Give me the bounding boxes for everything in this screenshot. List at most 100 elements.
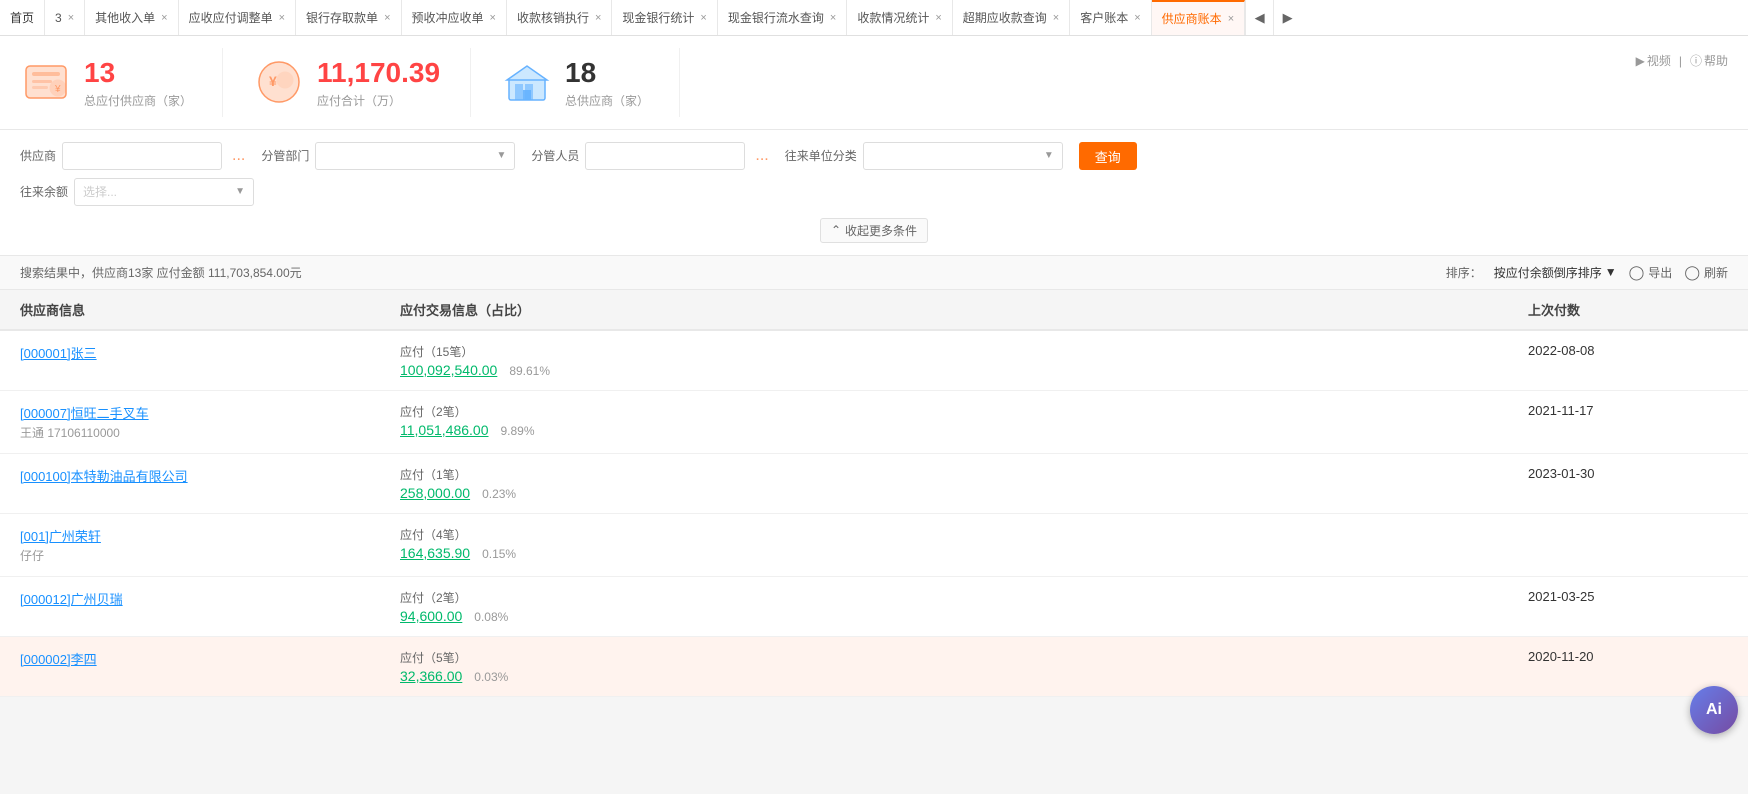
nav-prev-arrow[interactable]: ◀ — [1245, 0, 1273, 36]
trans-label: 应付（1笔） — [400, 466, 1528, 483]
supplier-name-link[interactable]: [000002]李四 — [20, 649, 400, 668]
trans-amount-row: 94,600.00 0.08% — [400, 608, 1528, 624]
trans-label: 应付（15笔） — [400, 343, 1528, 360]
nav-tab-advance[interactable]: 预收冲应收单 × — [402, 0, 507, 36]
lastpay-cell: 2023-01-30 — [1528, 466, 1728, 481]
supplier-name-link[interactable]: [000100]本特勒油品有限公司 — [20, 466, 400, 485]
total-suppliers-number: 18 — [565, 56, 649, 90]
trans-amount[interactable]: 32,366.00 — [400, 668, 462, 684]
close-tab-supplier-ledger[interactable]: × — [1228, 13, 1234, 25]
trans-amount[interactable]: 94,600.00 — [400, 608, 462, 624]
supplier-cell: [000002]李四 — [20, 649, 400, 668]
summary-card-total-suppliers: 18 总供应商（家） — [501, 48, 680, 117]
trans-amount[interactable]: 164,635.90 — [400, 545, 470, 561]
nav-tab-home[interactable]: 首页 — [0, 0, 45, 36]
nav-tab-customer-ledger[interactable]: 客户账本 × — [1070, 0, 1151, 36]
sort-select[interactable]: 按应付余额倒序排序 ▼ — [1494, 264, 1617, 281]
supplier-cell: [000007]恒旺二手叉车 王通 17106110000 — [20, 403, 400, 441]
payable-suppliers-icon: ¥ — [20, 56, 72, 108]
nav-tab-overdue[interactable]: 超期应收款查询 × — [953, 0, 1070, 36]
nav-tab-bank[interactable]: 银行存取款单 × — [296, 0, 401, 36]
nav-tab-collection[interactable]: 收款核销执行 × — [507, 0, 612, 36]
total-payable-label: 应付合计（万） — [317, 92, 440, 109]
help-link[interactable]: ⓘ 帮助 — [1690, 52, 1728, 69]
close-tab-cash-flow[interactable]: × — [830, 12, 836, 24]
person-filter-label: 分管人员 — [531, 147, 579, 164]
help-icon: ⓘ — [1690, 52, 1702, 69]
trans-amount-row: 164,635.90 0.15% — [400, 545, 1528, 561]
trans-label: 应付（2笔） — [400, 403, 1528, 420]
ai-button[interactable]: Ai — [1690, 686, 1738, 734]
nav-tab-cash-flow[interactable]: 现金银行流水查询 × — [718, 0, 847, 36]
table-row[interactable]: [000012]广州贝瑞 应付（2笔） 94,600.00 0.08% 2021… — [0, 577, 1748, 637]
close-tab-cash-stats[interactable]: × — [700, 12, 706, 24]
video-circle-icon: ▶ — [1636, 54, 1645, 68]
balance-select[interactable]: 选择... ▼ — [74, 178, 254, 206]
nav-tab-collection-stats[interactable]: 收款情况统计 × — [847, 0, 952, 36]
nav-tab-adjust[interactable]: 应收应付调整单 × — [179, 0, 296, 36]
close-tab-overdue[interactable]: × — [1053, 12, 1059, 24]
trans-pct: 89.61% — [509, 364, 550, 378]
supplier-input[interactable] — [62, 142, 222, 170]
total-payable-number: 11,170.39 — [317, 56, 440, 90]
supplier-cell: [001]广州荣轩 仔仔 — [20, 526, 400, 564]
nav-tab-other-income[interactable]: 其他收入单 × — [85, 0, 178, 36]
supplier-name-link[interactable]: [000007]恒旺二手叉车 — [20, 403, 400, 422]
category-select[interactable]: ▼ — [863, 142, 1063, 170]
nav-tab-3[interactable]: 3 × — [45, 0, 85, 36]
filter-row-2: 往来余额 选择... ▼ — [20, 178, 1728, 206]
nav-tab-supplier-ledger[interactable]: 供应商账本 × — [1152, 0, 1245, 36]
trans-amount[interactable]: 258,000.00 — [400, 485, 470, 501]
trans-pct: 0.03% — [474, 670, 508, 684]
close-tab-adjust[interactable]: × — [279, 12, 285, 24]
table-row[interactable]: [000100]本特勒油品有限公司 应付（1笔） 258,000.00 0.23… — [0, 454, 1748, 514]
sort-chevron-icon: ▼ — [1605, 265, 1617, 279]
supplier-filter-label: 供应商 — [20, 147, 56, 164]
close-tab-advance[interactable]: × — [490, 12, 496, 24]
collapse-button[interactable]: ⌃ 收起更多条件 — [820, 218, 928, 243]
supplier-ellipsis-btn[interactable]: ... — [232, 147, 245, 165]
payable-suppliers-number: 13 — [84, 56, 192, 90]
filter-balance: 往来余额 选择... ▼ — [20, 178, 254, 206]
close-tab-collection-stats[interactable]: × — [935, 12, 941, 24]
supplier-name-link[interactable]: [000012]广州贝瑞 — [20, 589, 400, 608]
table-row[interactable]: [000002]李四 应付（5笔） 32,366.00 0.03% 2020-1… — [0, 637, 1748, 697]
person-input[interactable] — [585, 142, 745, 170]
close-tab-bank[interactable]: × — [384, 12, 390, 24]
trans-amount[interactable]: 100,092,540.00 — [400, 362, 497, 378]
table-body: [000001]张三 应付（15笔） 100,092,540.00 89.61%… — [0, 331, 1748, 697]
total-payable-content: 11,170.39 应付合计（万） — [317, 56, 440, 109]
dept-chevron-icon: ▼ — [496, 150, 506, 161]
trans-amount-row: 100,092,540.00 89.61% — [400, 362, 1528, 378]
close-tab-other-income[interactable]: × — [161, 12, 167, 24]
supplier-cell: [000012]广州贝瑞 — [20, 589, 400, 608]
close-tab-collection[interactable]: × — [595, 12, 601, 24]
trans-amount-row: 32,366.00 0.03% — [400, 668, 1528, 684]
table-row[interactable]: [000001]张三 应付（15笔） 100,092,540.00 89.61%… — [0, 331, 1748, 391]
transaction-cell: 应付（4笔） 164,635.90 0.15% — [400, 526, 1528, 561]
supplier-name-link[interactable]: [001]广州荣轩 — [20, 526, 400, 545]
table-row[interactable]: [000007]恒旺二手叉车 王通 17106110000 应付（2笔） 11,… — [0, 391, 1748, 454]
main-table: 供应商信息 应付交易信息（占比） 上次付数 [000001]张三 应付（15笔）… — [0, 290, 1748, 697]
table-row[interactable]: [001]广州荣轩 仔仔 应付（4笔） 164,635.90 0.15% — [0, 514, 1748, 577]
close-tab-3[interactable]: × — [68, 12, 74, 24]
video-link[interactable]: ▶ 视频 — [1636, 52, 1671, 69]
dept-select[interactable]: ▼ — [315, 142, 515, 170]
person-ellipsis-btn[interactable]: ... — [755, 147, 768, 165]
filter-row-1: 供应商 ... 分管部门 ▼ 分管人员 ... 往来单位分类 ▼ — [20, 142, 1728, 170]
filter-category: 往来单位分类 ▼ — [785, 142, 1063, 170]
filter-person: 分管人员 ... — [531, 142, 768, 170]
transaction-cell: 应付（15笔） 100,092,540.00 89.61% — [400, 343, 1528, 378]
refresh-button[interactable]: ◯ 刷新 — [1684, 264, 1728, 281]
nav-next-arrow[interactable]: ▶ — [1273, 0, 1301, 36]
search-button[interactable]: 查询 — [1079, 142, 1137, 170]
balance-placeholder: 选择... — [83, 183, 117, 200]
trans-amount-row: 258,000.00 0.23% — [400, 485, 1528, 501]
close-tab-customer-ledger[interactable]: × — [1134, 12, 1140, 24]
supplier-name-link[interactable]: [000001]张三 — [20, 343, 400, 362]
export-button[interactable]: ◯ 导出 — [1629, 264, 1673, 281]
lastpay-cell: 2021-11-17 — [1528, 403, 1728, 418]
trans-amount[interactable]: 11,051,486.00 — [400, 422, 489, 438]
trans-label: 应付（2笔） — [400, 589, 1528, 606]
nav-tab-cash-stats[interactable]: 现金银行统计 × — [612, 0, 717, 36]
